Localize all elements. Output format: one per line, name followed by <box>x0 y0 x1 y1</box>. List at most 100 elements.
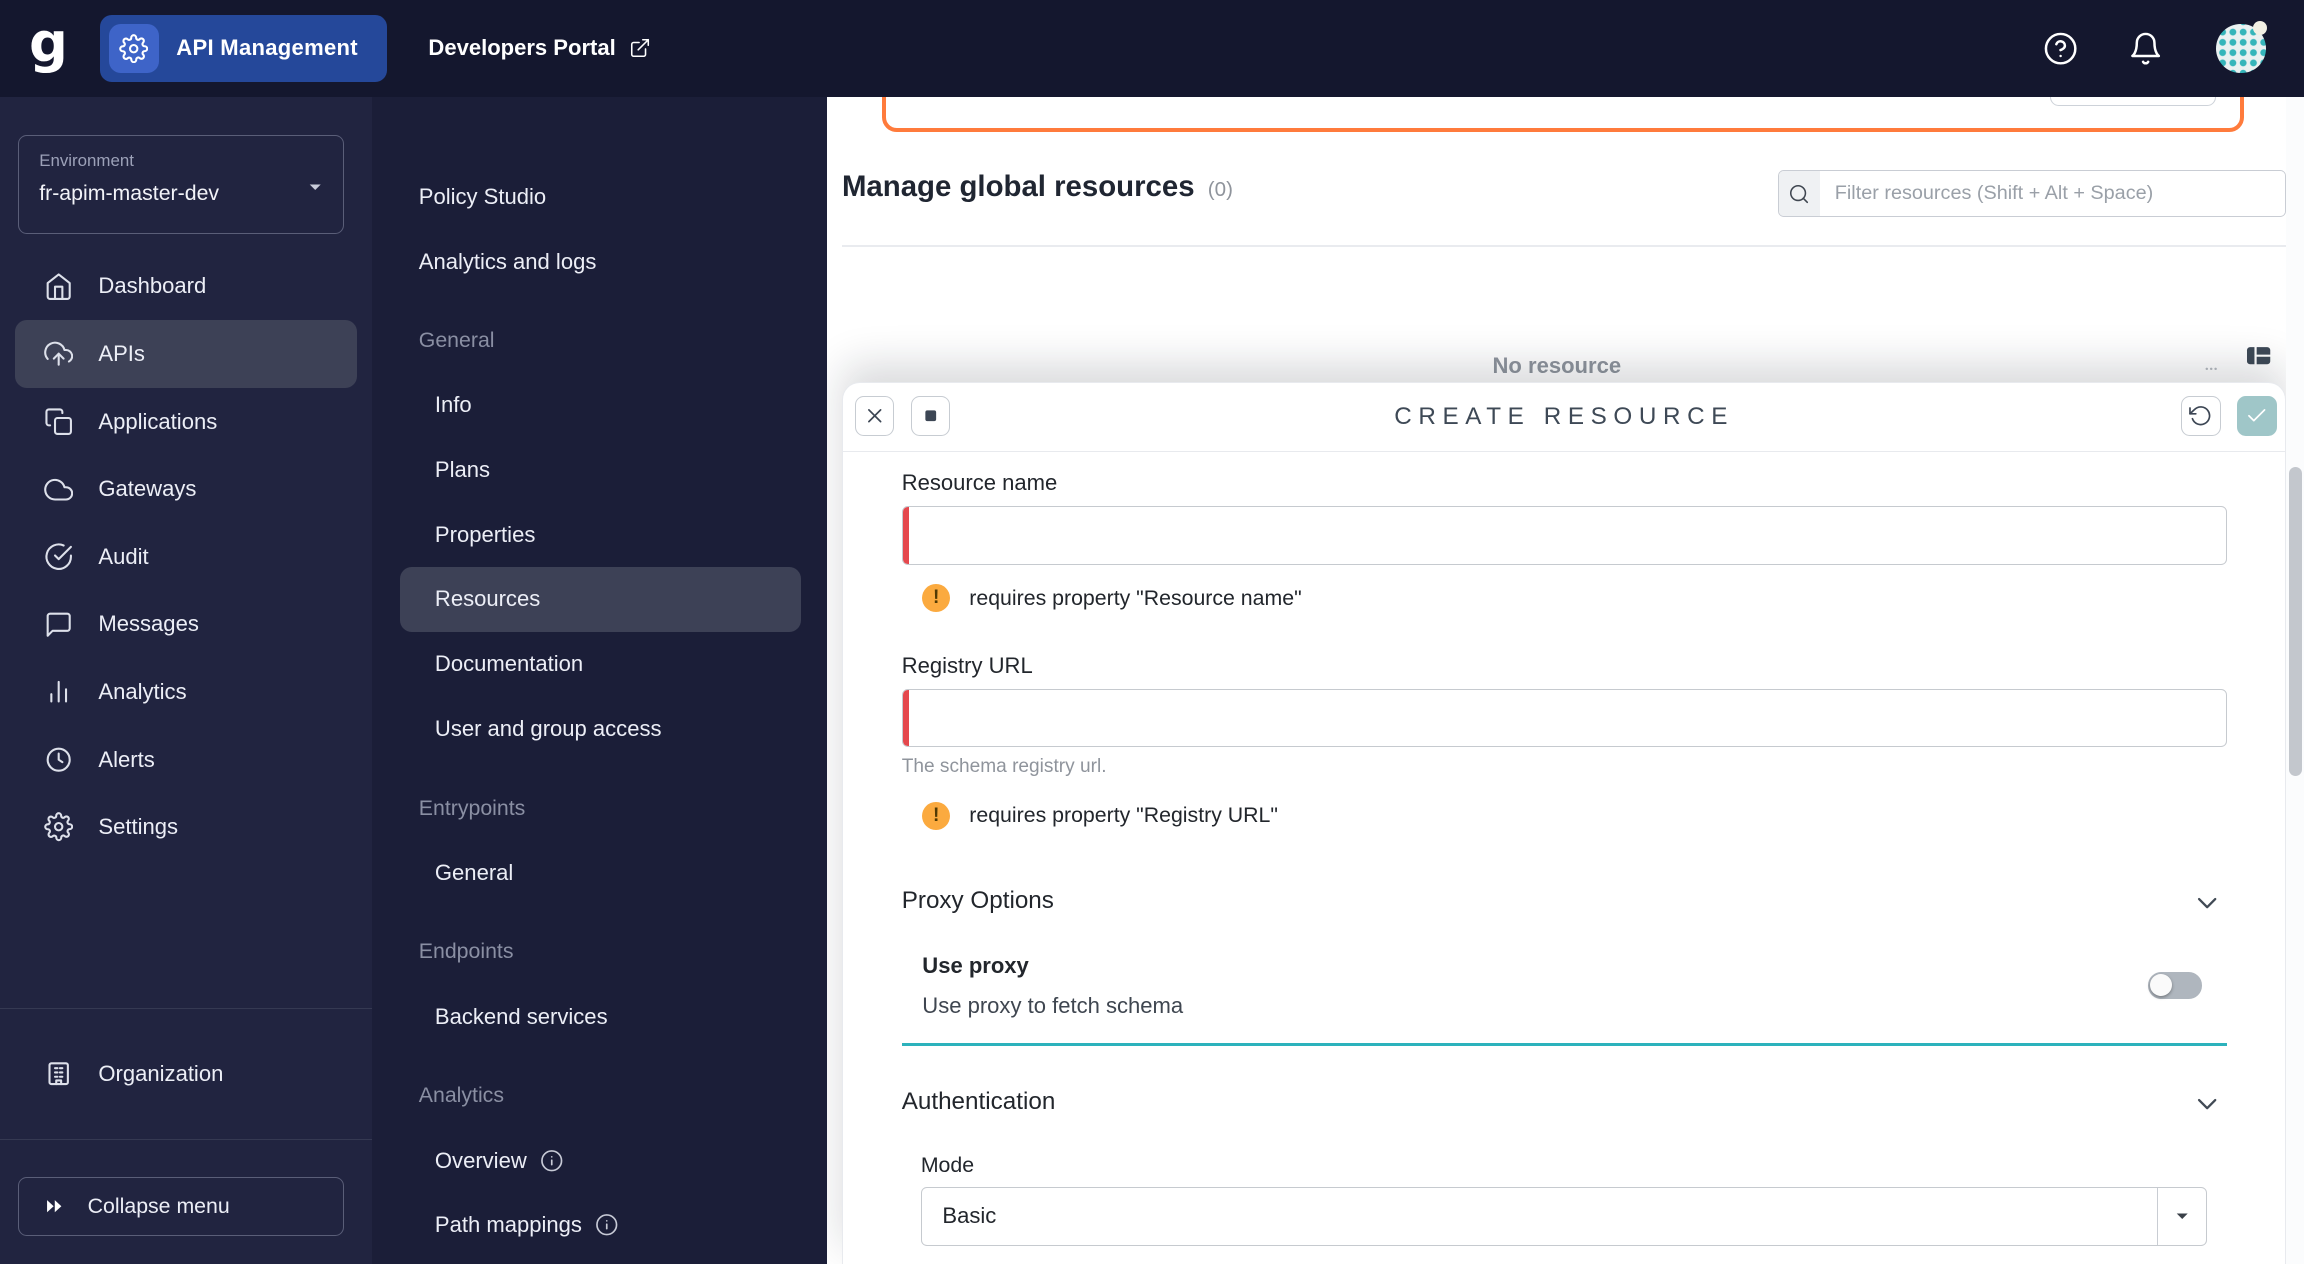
page-title: Manage global resources <box>841 170 1195 204</box>
api-menu-item-properties[interactable]: Properties <box>372 502 828 567</box>
section-label: Endpoints <box>418 939 514 964</box>
api-menu-item-path-mappings[interactable]: Path mappings <box>372 1193 828 1258</box>
user-avatar[interactable] <box>2215 20 2268 74</box>
sidebar-item-label: Alerts <box>98 746 155 772</box>
mode-select-value: Basic <box>942 1203 997 1229</box>
more-options-icon[interactable] <box>2198 360 2224 378</box>
table-view-icon[interactable] <box>2241 341 2276 370</box>
building-icon <box>44 1059 73 1088</box>
resource-name-input[interactable] <box>902 507 2227 565</box>
sidebar-item-settings[interactable]: Settings <box>0 793 372 861</box>
sidebar-item-organization[interactable]: Organization <box>0 1040 372 1108</box>
sidebar-item-gateways[interactable]: Gateways <box>0 455 372 523</box>
home-icon <box>44 272 73 301</box>
sidebar-item-applications[interactable]: Applications <box>0 388 372 456</box>
search-icon <box>1788 183 1810 205</box>
product-label: API Management <box>176 35 358 61</box>
api-menu-item-overview[interactable]: Overview <box>372 1128 828 1193</box>
help-button[interactable] <box>2043 31 2078 66</box>
chevron-down-icon[interactable] <box>2191 1088 2223 1120</box>
check-circle-icon <box>44 542 73 571</box>
info-icon[interactable] <box>595 1213 619 1237</box>
page-header: Manage global resources (0) <box>842 170 1233 204</box>
message-icon <box>44 610 73 639</box>
chevron-down-icon[interactable] <box>2191 887 2223 919</box>
chevron-down-icon <box>302 174 328 200</box>
menu-item-label: Analytics and logs <box>418 248 597 274</box>
registry-url-input[interactable] <box>902 689 2227 747</box>
select-caretbox <box>2157 1187 2205 1245</box>
api-menu-section-analytics: Analytics <box>372 1064 828 1129</box>
developers-portal-link[interactable]: Developers Portal <box>428 35 651 61</box>
cloud-upload-icon <box>44 339 74 368</box>
reset-form-button[interactable] <box>2181 396 2221 436</box>
avatar-status-badge <box>2252 20 2268 36</box>
registry-url-field <box>901 688 2228 748</box>
api-menu-item-user-and-group-access[interactable]: User and group access <box>372 696 828 761</box>
sidebar-item-alerts[interactable]: Alerts <box>0 726 372 794</box>
authentication-section-label: Authentication <box>901 1088 1056 1116</box>
api-menu-section-general: General <box>372 309 828 374</box>
cloud-icon <box>44 475 74 504</box>
sidebar-item-label: Messages <box>98 611 199 637</box>
menu-item-label: Info <box>434 392 472 418</box>
api-management-button[interactable]: API Management <box>99 15 388 82</box>
menu-item-label: Path mappings <box>434 1212 582 1238</box>
resource-count: (0) <box>1207 178 1233 202</box>
collapse-menu-button[interactable]: Collapse menu <box>17 1176 344 1236</box>
warning-icon: ! <box>922 584 951 613</box>
reset-icon <box>2189 404 2213 428</box>
gear-chip <box>108 23 159 74</box>
api-menu-item-policy-studio[interactable]: Policy Studio <box>372 165 828 230</box>
gear-icon <box>119 33 149 63</box>
dialog-title: CREATE RESOURCE <box>1394 402 1735 430</box>
empty-state-text: No resource <box>1492 352 1622 378</box>
sidebar-item-label: APIs <box>98 341 145 367</box>
menu-item-label: Properties <box>434 521 536 547</box>
warning-icon: ! <box>922 801 951 830</box>
environment-selector[interactable]: Environment fr-apim-master-dev <box>17 135 344 234</box>
main-sidebar: Environment fr-apim-master-dev Dashboard… <box>0 96 372 1264</box>
banner-action-button[interactable] <box>2049 96 2216 106</box>
api-menu-item-entrypoints-general[interactable]: General <box>372 840 828 905</box>
filter-resources-input[interactable] <box>1820 171 2286 217</box>
sidebar-item-label: Dashboard <box>98 273 207 299</box>
scrollbar-track <box>2286 96 2304 1264</box>
gear-icon <box>44 812 74 842</box>
menu-item-label: Documentation <box>434 651 584 677</box>
scrollbar-thumb[interactable] <box>2288 467 2302 776</box>
sidebar-item-messages[interactable]: Messages <box>0 591 372 659</box>
info-icon[interactable] <box>540 1149 564 1173</box>
api-menu-item-resources[interactable]: Resources <box>399 567 801 632</box>
environment-label: Environment <box>39 150 134 170</box>
sidebar-divider <box>0 1138 372 1141</box>
sidebar-item-label: Applications <box>98 408 218 434</box>
sidebar-item-analytics[interactable]: Analytics <box>0 658 372 726</box>
use-proxy-toggle[interactable] <box>2147 971 2203 1000</box>
api-menu-item-plans[interactable]: Plans <box>372 438 828 503</box>
sidebar-item-audit[interactable]: Audit <box>0 523 372 591</box>
sidebar-item-apis[interactable]: APIs <box>14 320 358 388</box>
sidebar-nav: Dashboard APIs Applications Gateways Aud… <box>0 253 372 861</box>
menu-item-label: User and group access <box>434 715 662 741</box>
sidebar-item-dashboard[interactable]: Dashboard <box>0 253 372 321</box>
mode-select[interactable]: Basic <box>920 1186 2207 1246</box>
api-menu-item-backend-services[interactable]: Backend services <box>372 984 828 1049</box>
header-divider <box>841 245 2287 247</box>
expand-panel-button[interactable] <box>910 396 951 436</box>
api-menu-item-info[interactable]: Info <box>372 373 828 438</box>
error-text: requires property "Registry URL" <box>969 803 1278 828</box>
api-menu-item-analytics-and-logs[interactable]: Analytics and logs <box>372 229 828 294</box>
gravitee-logo[interactable]: g <box>26 16 70 71</box>
section-underline <box>901 1042 2228 1046</box>
close-dialog-button[interactable] <box>854 396 895 436</box>
mode-label: Mode <box>920 1152 975 1177</box>
resource-name-label: Resource name <box>901 469 1058 495</box>
save-resource-button[interactable] <box>2236 396 2277 436</box>
menu-item-label: General <box>434 859 514 885</box>
notifications-button[interactable] <box>2128 31 2163 66</box>
caret-down-icon <box>2169 1203 2195 1229</box>
api-menu-item-documentation[interactable]: Documentation <box>372 632 828 697</box>
section-label: Entrypoints <box>418 795 526 820</box>
menu-item-label: Policy Studio <box>418 183 547 209</box>
